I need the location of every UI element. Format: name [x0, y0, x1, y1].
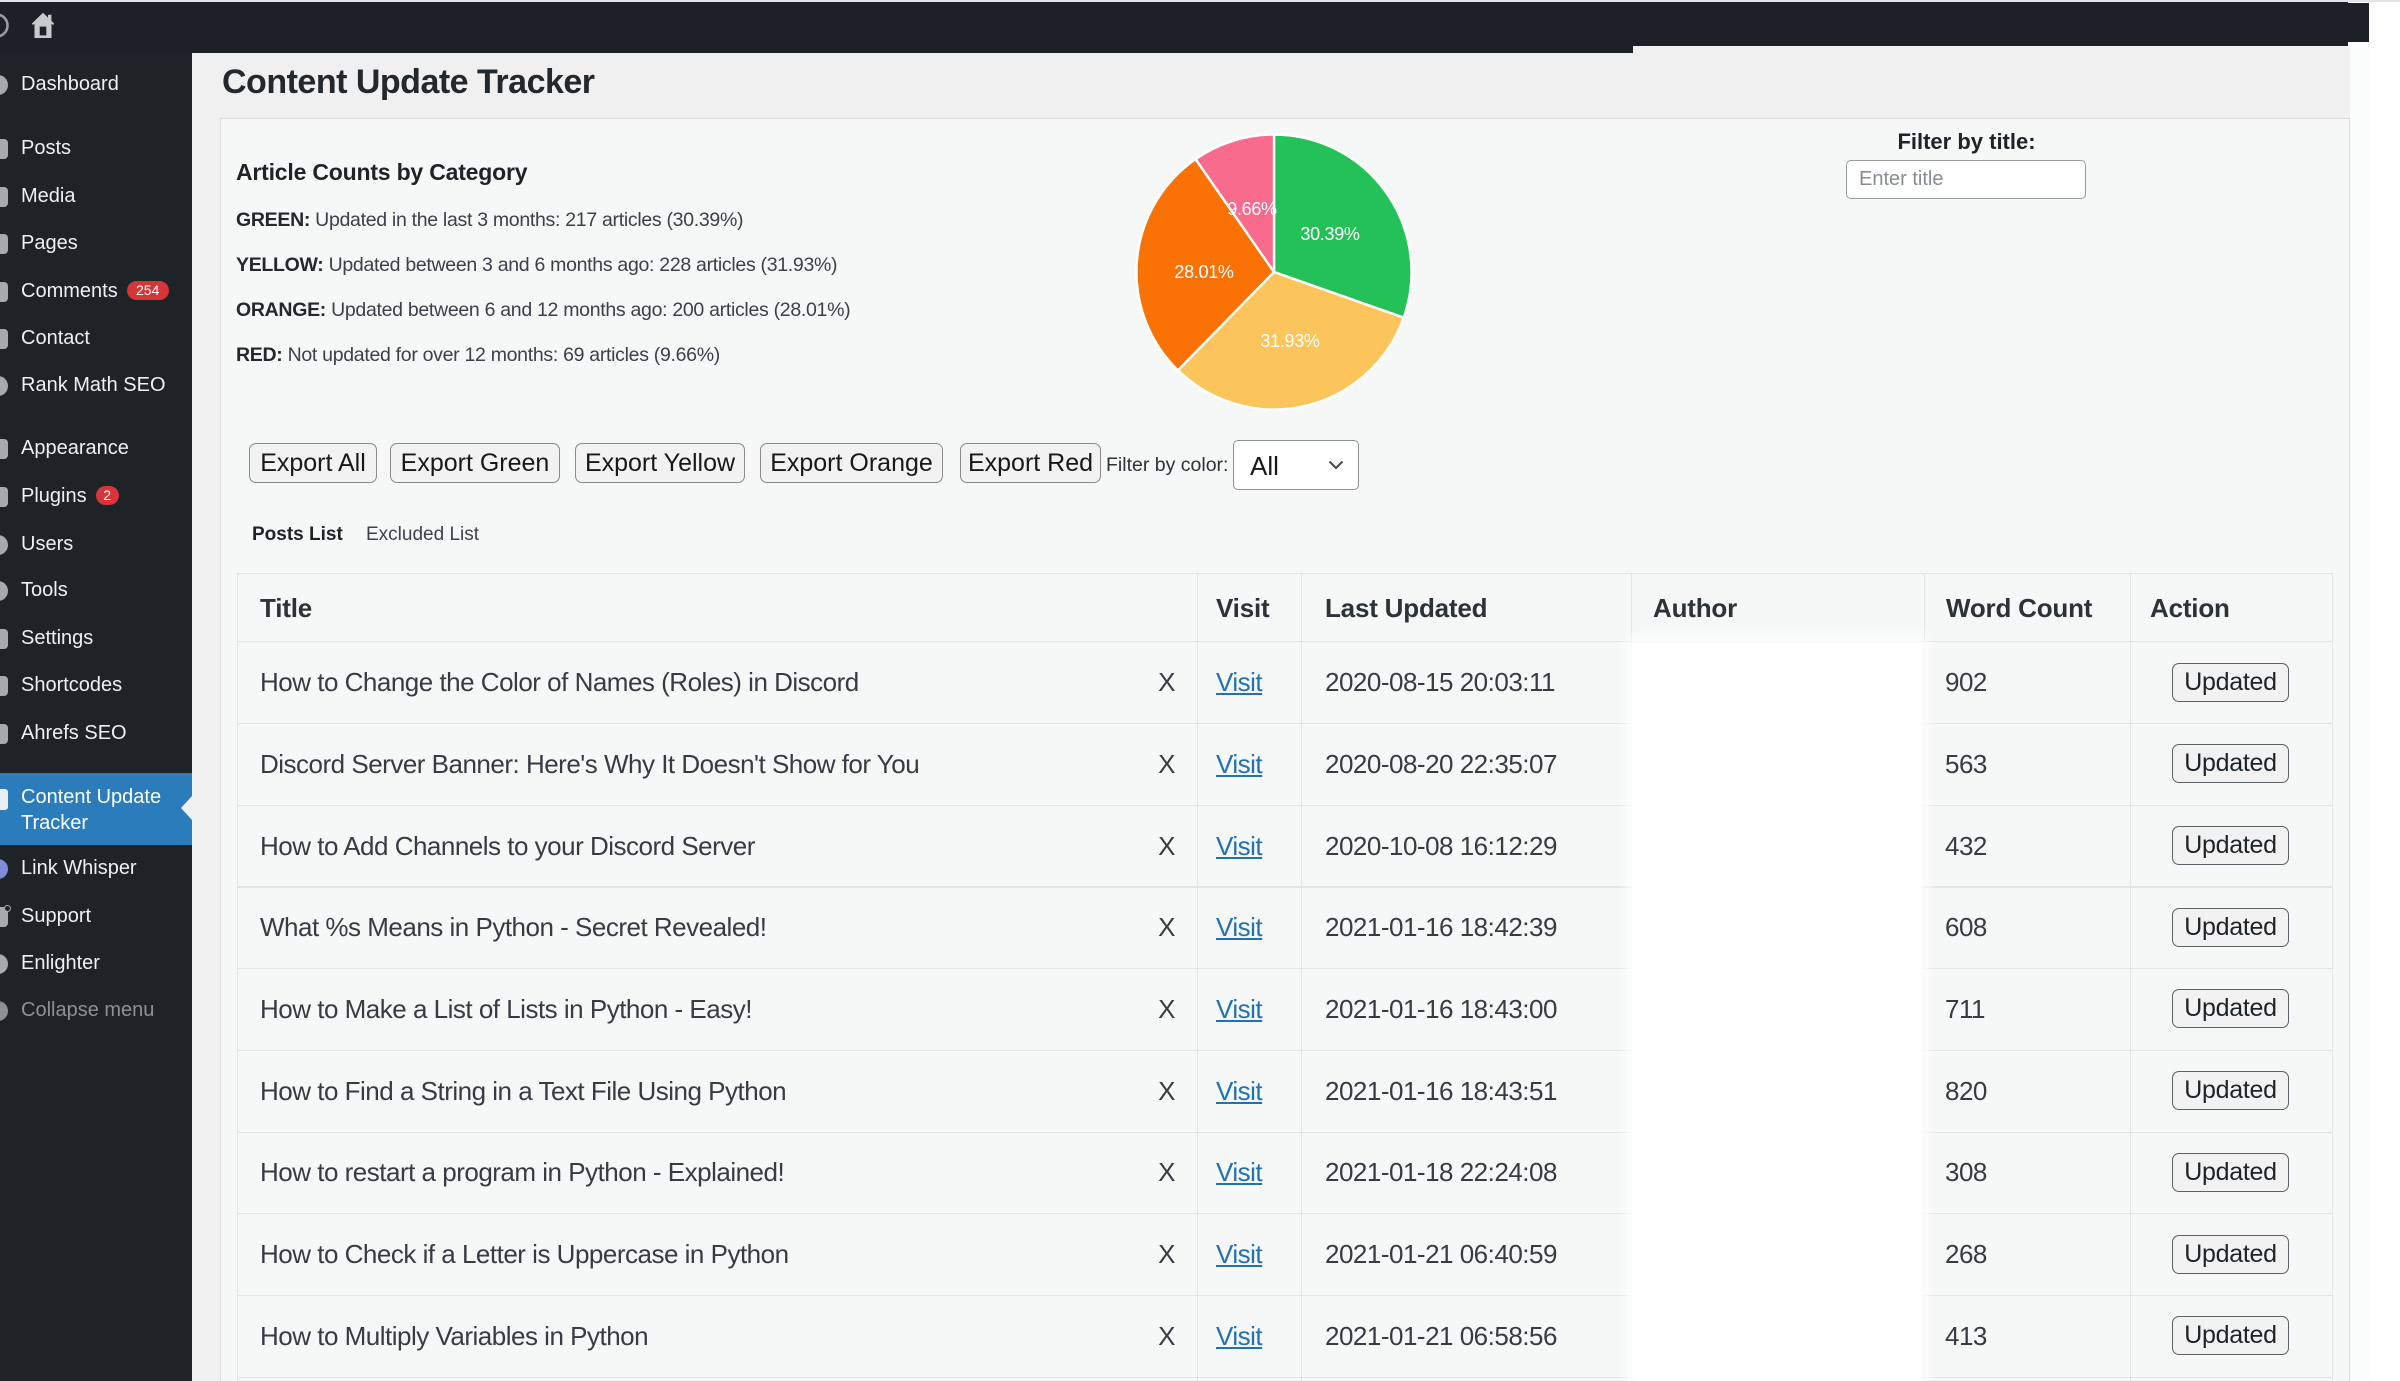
svg-text:31.93%: 31.93% [1260, 331, 1320, 351]
svg-text:30.39%: 30.39% [1300, 224, 1360, 244]
svg-text:28.01%: 28.01% [1174, 262, 1234, 282]
svg-text:9.66%: 9.66% [1227, 199, 1277, 219]
